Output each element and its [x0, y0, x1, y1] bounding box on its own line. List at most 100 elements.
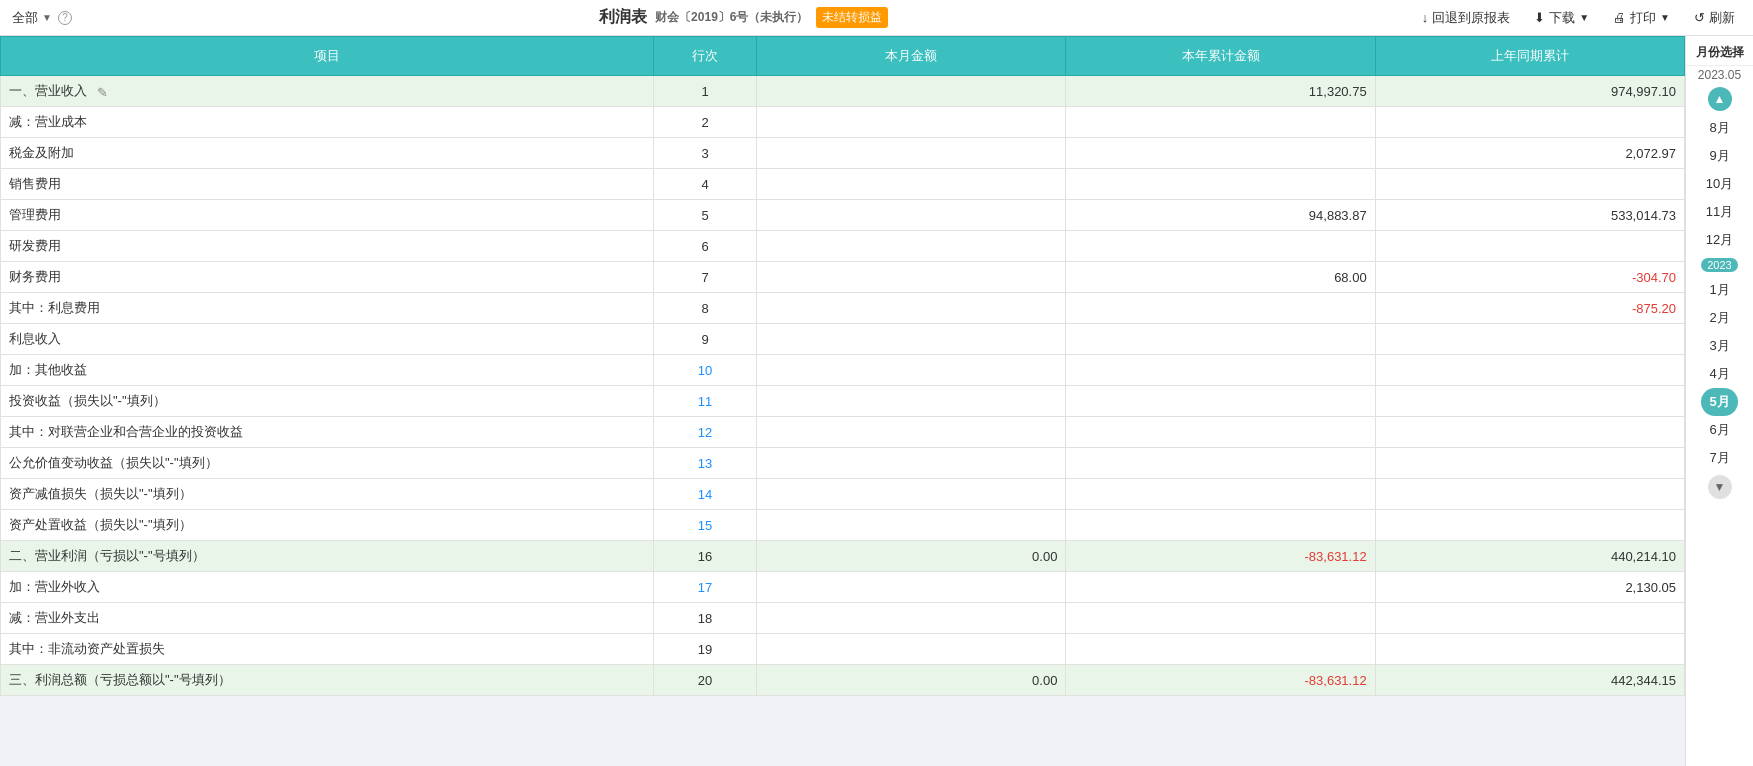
- cell-month-amount: [757, 634, 1066, 665]
- top-bar-center: 利润表 财会〔2019〕6号（未执行） 未结转损益: [599, 7, 888, 28]
- dropdown-arrow-icon: ▼: [42, 12, 52, 23]
- cell-row-num[interactable]: 10: [653, 355, 756, 386]
- month-item[interactable]: 10月: [1701, 170, 1737, 198]
- month-item[interactable]: 8月: [1701, 114, 1737, 142]
- cell-row-num[interactable]: 14: [653, 479, 756, 510]
- cell-row-num: 4: [653, 169, 756, 200]
- cell-year-amount: [1066, 169, 1375, 200]
- cell-prev-amount: 974,997.10: [1375, 76, 1684, 107]
- cell-year-amount: [1066, 231, 1375, 262]
- refresh-button[interactable]: ↺ 刷新: [1688, 6, 1741, 30]
- cell-prev-amount: [1375, 603, 1684, 634]
- cell-name: 资产处置收益（损失以"-"填列）: [1, 510, 654, 541]
- download-button[interactable]: ⬇ 下载 ▼: [1528, 6, 1595, 30]
- top-bar: 全部 ▼ ? 利润表 财会〔2019〕6号（未执行） 未结转损益 ↓ 回退到原报…: [0, 0, 1753, 36]
- month-nav-up-button[interactable]: ▲: [1708, 87, 1732, 111]
- cell-prev-amount: [1375, 107, 1684, 138]
- refresh-label: 刷新: [1709, 9, 1735, 27]
- cell-year-amount: [1066, 479, 1375, 510]
- cell-year-amount: 11,320.75: [1066, 76, 1375, 107]
- cell-row-num[interactable]: 17: [653, 572, 756, 603]
- top-bar-right: ↓ 回退到原报表 ⬇ 下载 ▼ 🖨 打印 ▼ ↺ 刷新: [1416, 6, 1741, 30]
- month-item[interactable]: 6月: [1701, 416, 1737, 444]
- cell-row-num[interactable]: 15: [653, 510, 756, 541]
- cell-row-num: 1: [653, 76, 756, 107]
- help-icon[interactable]: ?: [58, 11, 72, 25]
- cell-prev-amount: 440,214.10: [1375, 541, 1684, 572]
- cell-year-amount: [1066, 448, 1375, 479]
- month-item[interactable]: 9月: [1701, 142, 1737, 170]
- cell-row-num: 5: [653, 200, 756, 231]
- month-item[interactable]: 4月: [1701, 360, 1737, 388]
- cell-name: 税金及附加: [1, 138, 654, 169]
- cell-month-amount: 0.00: [757, 541, 1066, 572]
- top-bar-left: 全部 ▼ ?: [12, 9, 72, 27]
- cell-year-amount: [1066, 417, 1375, 448]
- side-panel-label: 月份选择: [1686, 40, 1753, 66]
- cell-row-num[interactable]: 11: [653, 386, 756, 417]
- col-header-month: 本月金额: [757, 37, 1066, 76]
- back-icon: ↓: [1422, 10, 1429, 25]
- cell-row-num: 19: [653, 634, 756, 665]
- cell-month-amount: [757, 200, 1066, 231]
- table-row: 加：其他收益 10: [1, 355, 1685, 386]
- table-row: 投资收益（损失以"-"填列） 11: [1, 386, 1685, 417]
- month-item-active[interactable]: 5月: [1701, 388, 1737, 416]
- table-row: 加：营业外收入 17 2,130.05: [1, 572, 1685, 603]
- cell-month-amount: [757, 231, 1066, 262]
- year-badge: 2023: [1701, 258, 1737, 272]
- month-item[interactable]: 12月: [1701, 226, 1737, 254]
- table-row: 一、营业收入 ✎ 1 11,320.75 974,997.10: [1, 76, 1685, 107]
- side-panel-date: 2023.05: [1698, 66, 1741, 84]
- col-header-row: 行次: [653, 37, 756, 76]
- cell-name: 减：营业成本: [1, 107, 654, 138]
- col-header-year: 本年累计金额: [1066, 37, 1375, 76]
- back-label: 回退到原报表: [1432, 9, 1510, 27]
- cell-name: 加：其他收益: [1, 355, 654, 386]
- cell-month-amount: [757, 355, 1066, 386]
- table-row: 管理费用 5 94,883.87 533,014.73: [1, 200, 1685, 231]
- cell-month-amount: [757, 324, 1066, 355]
- cell-prev-amount: 442,344.15: [1375, 665, 1684, 696]
- table-row: 二、营业利润（亏损以"-"号填列） 16 0.00 -83,631.12 440…: [1, 541, 1685, 572]
- cell-year-amount: [1066, 572, 1375, 603]
- cell-prev-amount: [1375, 355, 1684, 386]
- cell-year-amount: [1066, 293, 1375, 324]
- cell-year-amount: -83,631.12: [1066, 541, 1375, 572]
- cell-year-amount: [1066, 386, 1375, 417]
- cell-name: 财务费用: [1, 262, 654, 293]
- month-item[interactable]: 11月: [1701, 198, 1737, 226]
- cell-month-amount: [757, 138, 1066, 169]
- month-item[interactable]: 1月: [1701, 276, 1737, 304]
- print-arrow-icon: ▼: [1660, 12, 1670, 23]
- cell-name: 一、营业收入 ✎: [1, 76, 654, 107]
- cell-year-amount: [1066, 355, 1375, 386]
- edit-icon[interactable]: ✎: [97, 85, 111, 99]
- print-button[interactable]: 🖨 打印 ▼: [1607, 6, 1676, 30]
- month-item[interactable]: 3月: [1701, 332, 1737, 360]
- cell-row-num[interactable]: 13: [653, 448, 756, 479]
- table-row: 财务费用 7 68.00 -304.70: [1, 262, 1685, 293]
- cell-prev-amount: [1375, 448, 1684, 479]
- report-title: 利润表: [599, 7, 647, 28]
- download-arrow-icon: ▼: [1579, 12, 1589, 23]
- cell-prev-amount: [1375, 417, 1684, 448]
- table-row: 公允价值变动收益（损失以"-"填列） 13: [1, 448, 1685, 479]
- cell-prev-amount: [1375, 231, 1684, 262]
- cell-prev-amount: 2,130.05: [1375, 572, 1684, 603]
- table-row: 资产处置收益（损失以"-"填列） 15: [1, 510, 1685, 541]
- all-select[interactable]: 全部 ▼: [12, 9, 52, 27]
- month-nav-down-button[interactable]: ▼: [1708, 475, 1732, 499]
- month-item[interactable]: 7月: [1701, 444, 1737, 472]
- side-panel: 月份选择 2023.05 ▲ 8月9月10月11月12月 2023 1月2月3月4月…: [1685, 36, 1753, 766]
- cell-year-amount: [1066, 634, 1375, 665]
- back-button[interactable]: ↓ 回退到原报表: [1416, 6, 1517, 30]
- cell-month-amount: [757, 293, 1066, 324]
- month-item[interactable]: 2月: [1701, 304, 1737, 332]
- cell-row-num[interactable]: 12: [653, 417, 756, 448]
- cell-name: 其中：非流动资产处置损失: [1, 634, 654, 665]
- cell-name: 其中：对联营企业和合营企业的投资收益: [1, 417, 654, 448]
- cell-name: 管理费用: [1, 200, 654, 231]
- download-label: 下载: [1549, 9, 1575, 27]
- table-row: 其中：非流动资产处置损失 19: [1, 634, 1685, 665]
